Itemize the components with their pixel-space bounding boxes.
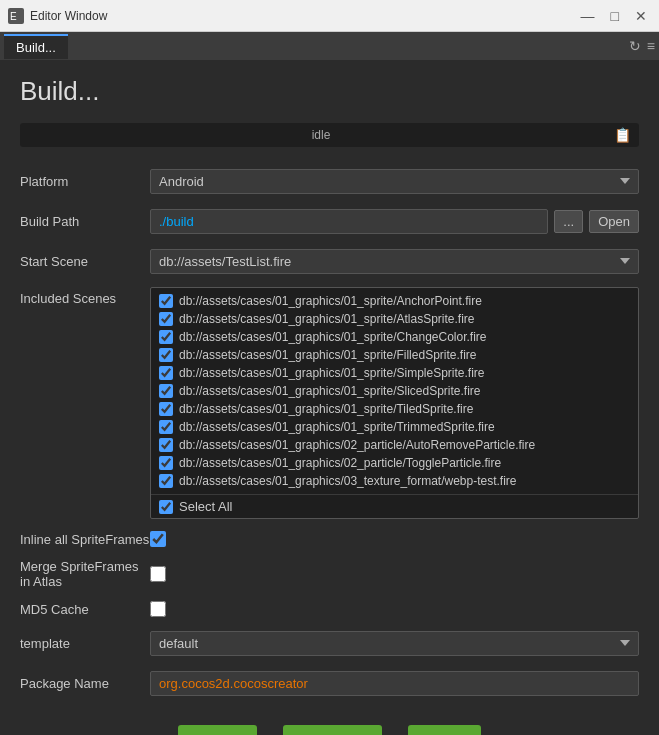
play-button[interactable]: Play [408, 725, 481, 735]
scene-checkbox[interactable] [159, 456, 173, 470]
minimize-button[interactable]: — [577, 8, 599, 24]
scene-path: db://assets/cases/01_graphics/01_sprite/… [179, 384, 481, 398]
package-name-label: Package Name [20, 676, 150, 691]
start-scene-control: db://assets/TestList.fire [150, 249, 639, 274]
merge-spriteframes-label: Merge SpriteFrames in Atlas [20, 559, 150, 589]
scene-checkbox[interactable] [159, 366, 173, 380]
start-scene-select[interactable]: db://assets/TestList.fire [150, 249, 639, 274]
menu-button[interactable]: ≡ [647, 38, 655, 54]
list-item: db://assets/cases/01_graphics/02_particl… [151, 454, 638, 472]
list-item: db://assets/cases/01_graphics/01_sprite/… [151, 310, 638, 328]
arrow-icon-1: → [261, 731, 279, 736]
tab-bar: Build... ↻ ≡ [0, 32, 659, 60]
main-content: Build... idle 📋 Platform Android iOS Web… [0, 60, 659, 735]
scenes-footer: Select All [151, 494, 638, 518]
inline-spriteframes-checkbox[interactable] [150, 531, 166, 547]
scene-checkbox[interactable] [159, 312, 173, 326]
scene-path: db://assets/cases/01_graphics/01_sprite/… [179, 402, 473, 416]
scene-checkbox[interactable] [159, 330, 173, 344]
tab-bar-actions: ↻ ≡ [629, 38, 655, 54]
inline-spriteframes-label: Inline all SpriteFrames [20, 532, 150, 547]
scene-path: db://assets/cases/01_graphics/01_sprite/… [179, 348, 477, 362]
included-scenes-label: Included Scenes [20, 287, 150, 306]
scene-path: db://assets/cases/01_graphics/01_sprite/… [179, 420, 495, 434]
included-scenes-row: Included Scenes db://assets/cases/01_gra… [20, 287, 639, 519]
start-scene-row: Start Scene db://assets/TestList.fire [20, 247, 639, 275]
page-title: Build... [20, 76, 639, 107]
list-item: db://assets/cases/01_graphics/01_sprite/… [151, 292, 638, 310]
scenes-box: db://assets/cases/01_graphics/01_sprite/… [150, 287, 639, 519]
build-path-input[interactable] [150, 209, 548, 234]
arrow-icon-2: → [386, 731, 404, 736]
select-all-label: Select All [179, 499, 232, 514]
build-path-row: Build Path ... Open [20, 207, 639, 235]
build-path-dots-button[interactable]: ... [554, 210, 583, 233]
progress-bar: idle 📋 [20, 123, 639, 147]
merge-spriteframes-checkbox[interactable] [150, 566, 166, 582]
package-name-row: Package Name [20, 669, 639, 697]
build-path-open-button[interactable]: Open [589, 210, 639, 233]
progress-icon[interactable]: 📋 [614, 127, 631, 143]
build-button[interactable]: Build [178, 725, 257, 735]
template-row: template default link wkwebview [20, 629, 639, 657]
md5-cache-row: MD5 Cache [20, 601, 639, 617]
list-item: db://assets/cases/01_graphics/01_sprite/… [151, 364, 638, 382]
scene-path: db://assets/cases/01_graphics/01_sprite/… [179, 294, 482, 308]
progress-status: idle [28, 128, 614, 142]
start-scene-label: Start Scene [20, 254, 150, 269]
maximize-button[interactable]: □ [607, 8, 623, 24]
platform-row: Platform Android iOS Web Mobile Web Desk… [20, 167, 639, 195]
scenes-list: db://assets/cases/01_graphics/01_sprite/… [151, 288, 638, 494]
scene-path: db://assets/cases/01_graphics/02_particl… [179, 456, 501, 470]
platform-control: Android iOS Web Mobile Web Desktop Windo… [150, 169, 639, 194]
platform-select[interactable]: Android iOS Web Mobile Web Desktop Windo… [150, 169, 639, 194]
list-item: db://assets/cases/01_graphics/02_particl… [151, 436, 638, 454]
scene-path: db://assets/cases/01_graphics/02_particl… [179, 438, 535, 452]
scene-checkbox[interactable] [159, 474, 173, 488]
md5-cache-label: MD5 Cache [20, 602, 150, 617]
list-item: db://assets/cases/01_graphics/01_sprite/… [151, 328, 638, 346]
template-label: template [20, 636, 150, 651]
list-item: db://assets/cases/01_graphics/01_sprite/… [151, 418, 638, 436]
compile-button[interactable]: Compile [283, 725, 382, 735]
list-item: db://assets/cases/01_graphics/01_sprite/… [151, 400, 638, 418]
refresh-button[interactable]: ↻ [629, 38, 641, 54]
build-path-label: Build Path [20, 214, 150, 229]
scene-path: db://assets/cases/01_graphics/01_sprite/… [179, 366, 485, 380]
close-button[interactable]: ✕ [631, 8, 651, 24]
scene-checkbox[interactable] [159, 384, 173, 398]
scene-checkbox[interactable] [159, 420, 173, 434]
scene-path: db://assets/cases/01_graphics/01_sprite/… [179, 312, 475, 326]
scene-path: db://assets/cases/01_graphics/01_sprite/… [179, 330, 487, 344]
scene-checkbox[interactable] [159, 402, 173, 416]
inline-spriteframes-row: Inline all SpriteFrames [20, 531, 639, 547]
scene-checkbox[interactable] [159, 294, 173, 308]
action-bar: Build → Compile → Play [20, 709, 639, 735]
scene-checkbox[interactable] [159, 348, 173, 362]
scene-checkbox[interactable] [159, 438, 173, 452]
scene-path: db://assets/cases/01_graphics/03_texture… [179, 474, 517, 488]
list-item: db://assets/cases/01_graphics/01_sprite/… [151, 346, 638, 364]
tab-build-label: Build... [16, 40, 56, 55]
list-item: db://assets/cases/01_graphics/03_texture… [151, 472, 638, 490]
editor-icon: E [8, 8, 24, 24]
select-all-checkbox[interactable] [159, 500, 173, 514]
build-path-control: ... Open [150, 209, 639, 234]
tab-build[interactable]: Build... [4, 34, 68, 59]
window-controls: — □ ✕ [577, 8, 651, 24]
package-name-input[interactable] [150, 671, 639, 696]
title-bar: E Editor Window — □ ✕ [0, 0, 659, 32]
md5-cache-checkbox[interactable] [150, 601, 166, 617]
template-control: default link wkwebview [150, 631, 639, 656]
merge-spriteframes-row: Merge SpriteFrames in Atlas [20, 559, 639, 589]
platform-label: Platform [20, 174, 150, 189]
list-item: db://assets/cases/01_graphics/01_sprite/… [151, 382, 638, 400]
svg-text:E: E [10, 11, 17, 22]
template-select[interactable]: default link wkwebview [150, 631, 639, 656]
window-title: Editor Window [30, 9, 577, 23]
package-name-control [150, 671, 639, 696]
